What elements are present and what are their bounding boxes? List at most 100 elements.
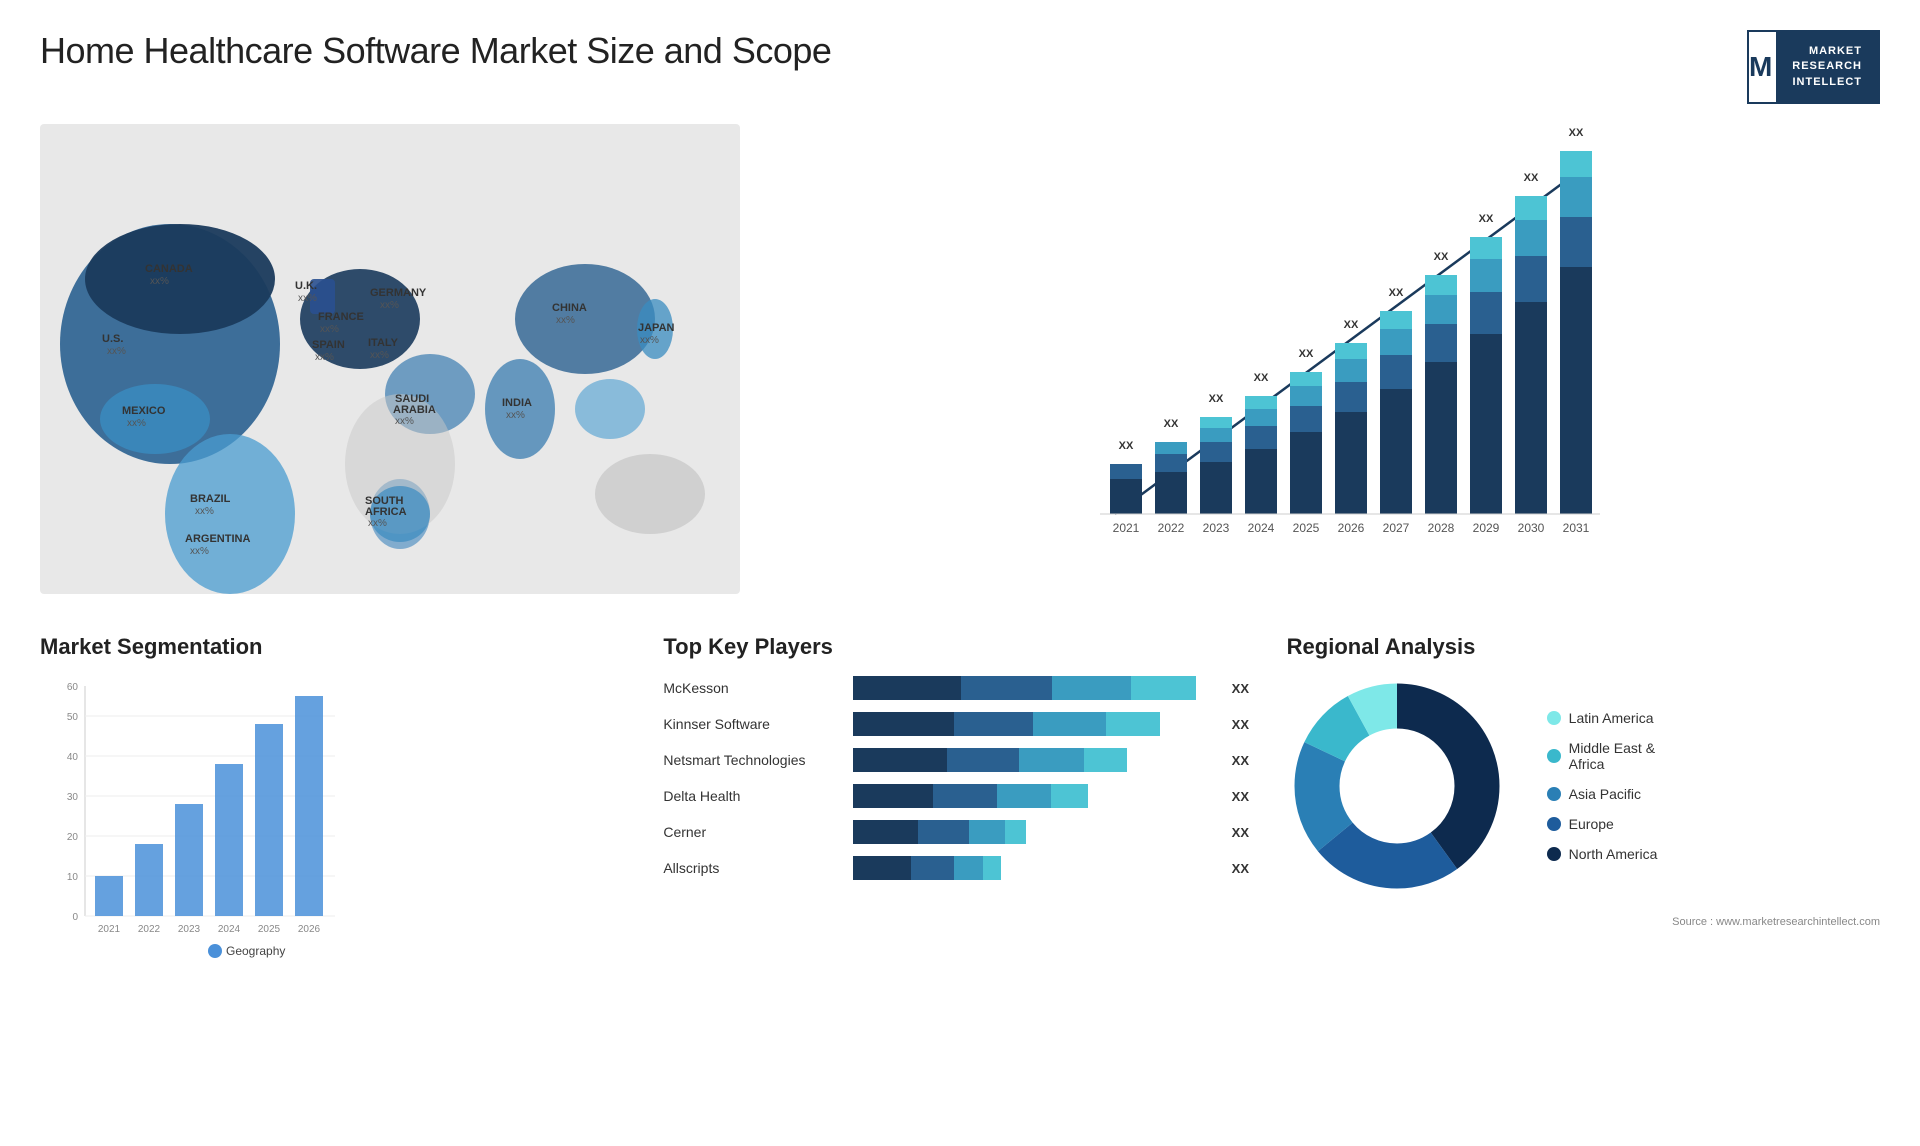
svg-text:XX: XX <box>1254 372 1269 384</box>
donut-chart-svg <box>1287 676 1507 896</box>
legend-label: Asia Pacific <box>1569 786 1641 802</box>
svg-text:XX: XX <box>1524 172 1539 184</box>
player-value: XX <box>1232 825 1257 840</box>
player-row-kinnser: Kinnser Software XX <box>663 712 1256 736</box>
player-bar <box>853 748 1213 772</box>
donut-row: Latin America Middle East &Africa Asia P… <box>1287 676 1880 896</box>
svg-text:2021: 2021 <box>1113 521 1140 535</box>
svg-text:xx%: xx% <box>190 546 209 557</box>
page-title: Home Healthcare Software Market Size and… <box>40 30 831 72</box>
logo-text: MARKETRESEARCHINTELLECT <box>1776 32 1878 102</box>
legend-label: Latin America <box>1569 710 1654 726</box>
regional-title: Regional Analysis <box>1287 634 1880 660</box>
svg-text:60: 60 <box>67 682 79 693</box>
svg-text:2028: 2028 <box>1428 521 1455 535</box>
svg-text:2023: 2023 <box>1203 521 1230 535</box>
legend-dot <box>1547 847 1561 861</box>
svg-text:JAPAN: JAPAN <box>638 322 675 334</box>
players-title: Top Key Players <box>663 634 1256 660</box>
svg-text:U.K.: U.K. <box>295 280 317 292</box>
svg-text:BRAZIL: BRAZIL <box>190 493 231 505</box>
bottom-grid: Market Segmentation 0 10 20 30 40 50 60 <box>40 634 1880 971</box>
player-name: Allscripts <box>663 860 843 876</box>
player-value: XX <box>1232 681 1257 696</box>
svg-text:XX: XX <box>1344 319 1359 331</box>
player-name: Netsmart Technologies <box>663 752 843 768</box>
svg-text:40: 40 <box>67 752 79 763</box>
regional-section: Regional Analysis <box>1287 634 1880 971</box>
svg-text:xx%: xx% <box>315 352 334 363</box>
svg-text:CANADA: CANADA <box>145 263 193 275</box>
player-name: McKesson <box>663 680 843 696</box>
svg-text:2026: 2026 <box>298 924 321 935</box>
svg-text:xx%: xx% <box>640 335 659 346</box>
svg-text:2025: 2025 <box>1293 521 1320 535</box>
svg-text:CHINA: CHINA <box>552 302 587 314</box>
svg-text:FRANCE: FRANCE <box>318 311 364 323</box>
source-text: Source : www.marketresearchintellect.com <box>1287 916 1880 928</box>
legend-dot <box>1547 749 1561 763</box>
segmentation-chart: 0 10 20 30 40 50 60 <box>40 676 360 966</box>
svg-text:2029: 2029 <box>1473 521 1500 535</box>
svg-text:GERMANY: GERMANY <box>370 287 427 299</box>
player-bar <box>853 784 1213 808</box>
segmentation-title: Market Segmentation <box>40 634 633 660</box>
svg-text:2027: 2027 <box>1383 521 1410 535</box>
svg-text:2021: 2021 <box>98 924 121 935</box>
player-bar <box>853 712 1213 736</box>
logo-letter: M <box>1749 51 1772 83</box>
svg-text:2025: 2025 <box>258 924 281 935</box>
player-value: XX <box>1232 861 1257 876</box>
player-value: XX <box>1232 789 1257 804</box>
player-bar <box>853 676 1213 700</box>
legend-label: North America <box>1569 846 1658 862</box>
player-row-netsmart: Netsmart Technologies XX <box>663 748 1256 772</box>
svg-text:U.S.: U.S. <box>102 333 123 345</box>
svg-text:XX: XX <box>1434 251 1449 263</box>
svg-text:XX: XX <box>1164 418 1179 430</box>
bar-chart-svg: XX XX XX XX XX <box>790 124 1880 594</box>
svg-text:xx%: xx% <box>150 276 169 287</box>
svg-text:Geography: Geography <box>226 944 285 958</box>
svg-text:xx%: xx% <box>298 293 317 304</box>
svg-text:AFRICA: AFRICA <box>365 506 407 518</box>
player-row-delta: Delta Health XX <box>663 784 1256 808</box>
svg-text:2024: 2024 <box>218 924 241 935</box>
player-bar <box>853 820 1213 844</box>
svg-text:2022: 2022 <box>1158 521 1185 535</box>
svg-text:xx%: xx% <box>395 416 414 427</box>
svg-text:xx%: xx% <box>556 315 575 326</box>
svg-text:0: 0 <box>72 912 78 923</box>
svg-text:ARABIA: ARABIA <box>393 404 436 416</box>
svg-text:xx%: xx% <box>370 350 389 361</box>
svg-text:XX: XX <box>1209 393 1224 405</box>
svg-text:xx%: xx% <box>107 346 126 357</box>
donut-legend: Latin America Middle East &Africa Asia P… <box>1547 710 1658 862</box>
svg-text:xx%: xx% <box>320 324 339 335</box>
svg-text:50: 50 <box>67 712 79 723</box>
svg-text:xx%: xx% <box>506 410 525 421</box>
player-row-allscripts: Allscripts XX <box>663 856 1256 880</box>
svg-text:ARGENTINA: ARGENTINA <box>185 533 250 545</box>
legend-dot <box>1547 711 1561 725</box>
legend-item-europe: Europe <box>1547 816 1658 832</box>
page-header: Home Healthcare Software Market Size and… <box>40 30 1880 104</box>
svg-text:xx%: xx% <box>127 418 146 429</box>
svg-text:2022: 2022 <box>138 924 161 935</box>
logo: M MARKETRESEARCHINTELLECT <box>1747 30 1880 104</box>
players-section: Top Key Players McKesson XX Kinnser Soft… <box>663 634 1256 971</box>
segmentation-section: Market Segmentation 0 10 20 30 40 50 60 <box>40 634 633 971</box>
legend-item-mea: Middle East &Africa <box>1547 740 1658 772</box>
svg-text:INDIA: INDIA <box>502 397 532 409</box>
svg-text:MEXICO: MEXICO <box>122 405 166 417</box>
player-bar <box>853 856 1213 880</box>
player-row-mckesson: McKesson XX <box>663 676 1256 700</box>
svg-text:XX: XX <box>1119 440 1134 452</box>
svg-text:SPAIN: SPAIN <box>312 339 345 351</box>
svg-text:10: 10 <box>67 872 79 883</box>
player-value: XX <box>1232 753 1257 768</box>
legend-item-na: North America <box>1547 846 1658 862</box>
player-row-cerner: Cerner XX <box>663 820 1256 844</box>
svg-text:20: 20 <box>67 832 79 843</box>
svg-text:2026: 2026 <box>1338 521 1365 535</box>
